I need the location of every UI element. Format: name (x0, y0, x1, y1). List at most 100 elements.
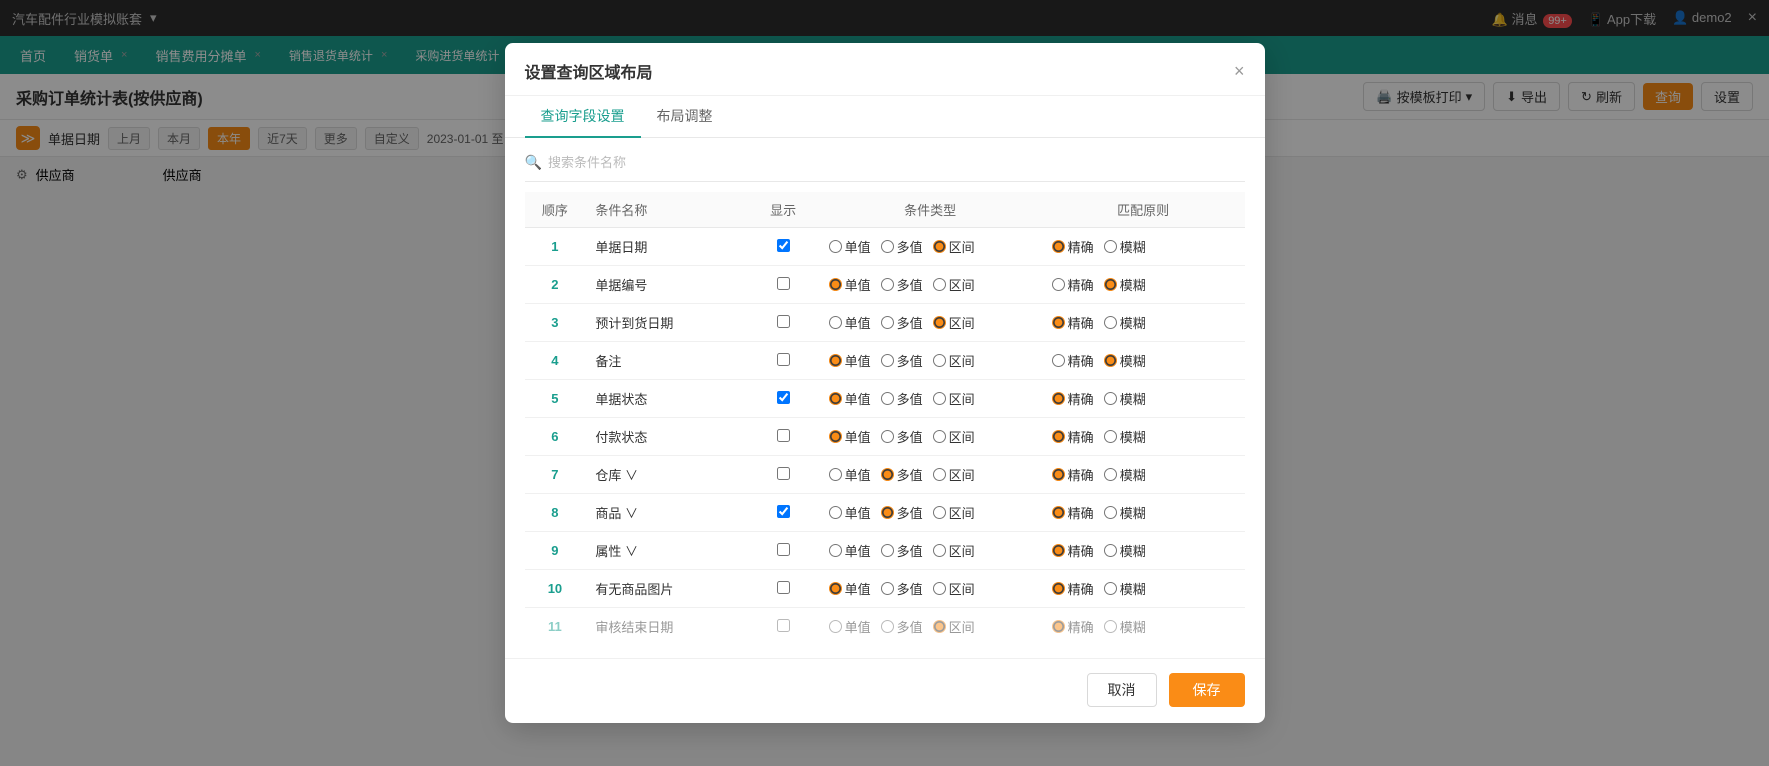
type-multi-radio[interactable]: 多值 (881, 237, 923, 256)
th-order: 顺序 (525, 192, 586, 228)
match-fuzzy-radio[interactable]: 模糊 (1104, 313, 1146, 332)
match-exact-radio[interactable]: 精确 (1052, 503, 1094, 522)
match-fuzzy-radio[interactable]: 模糊 (1104, 541, 1146, 560)
display-cell[interactable] (748, 608, 819, 643)
th-display: 显示 (748, 192, 819, 228)
seq-cell: 3 (525, 304, 586, 342)
display-cell[interactable] (748, 456, 819, 494)
match-fuzzy-radio[interactable]: 模糊 (1104, 237, 1146, 256)
type-range-radio[interactable]: 区间 (933, 351, 975, 370)
display-cell[interactable] (748, 228, 819, 266)
match-exact-radio[interactable]: 精确 (1052, 389, 1094, 408)
type-single-radio[interactable]: 单值 (829, 579, 871, 598)
type-range-radio[interactable]: 区间 (933, 275, 975, 294)
type-single-radio[interactable]: 单值 (829, 617, 871, 636)
type-multi-radio[interactable]: 多值 (881, 579, 923, 598)
type-cell: 单值 多值 区间 (819, 342, 1042, 380)
match-fuzzy-radio[interactable]: 模糊 (1104, 579, 1146, 598)
match-exact-radio[interactable]: 精确 (1052, 541, 1094, 560)
seq-cell: 8 (525, 494, 586, 532)
display-checkbox[interactable] (777, 467, 790, 480)
modal-close-button[interactable]: × (1234, 61, 1245, 82)
match-exact-radio[interactable]: 精确 (1052, 617, 1094, 636)
type-single-radio[interactable]: 单值 (829, 351, 871, 370)
type-single-radio[interactable]: 单值 (829, 275, 871, 294)
type-single-radio[interactable]: 单值 (829, 427, 871, 446)
type-range-radio[interactable]: 区间 (933, 465, 975, 484)
type-range-radio[interactable]: 区间 (933, 313, 975, 332)
display-checkbox[interactable] (777, 239, 790, 252)
type-range-radio[interactable]: 区间 (933, 389, 975, 408)
match-exact-radio[interactable]: 精确 (1052, 427, 1094, 446)
type-range-radio[interactable]: 区间 (933, 427, 975, 446)
table-row: 3 预计到货日期 单值 多值 区间 精确 模糊 (525, 304, 1245, 342)
display-cell[interactable] (748, 266, 819, 304)
table-row: 11 审核结束日期 单值 多值 区间 精确 模糊 (525, 608, 1245, 643)
display-checkbox[interactable] (777, 619, 790, 632)
type-range-radio[interactable]: 区间 (933, 617, 975, 636)
display-cell[interactable] (748, 418, 819, 456)
display-cell[interactable] (748, 570, 819, 608)
type-range-radio[interactable]: 区间 (933, 579, 975, 598)
th-type: 条件类型 (819, 192, 1042, 228)
match-fuzzy-radio[interactable]: 模糊 (1104, 617, 1146, 636)
match-exact-radio[interactable]: 精确 (1052, 579, 1094, 598)
match-exact-radio[interactable]: 精确 (1052, 465, 1094, 484)
cancel-button[interactable]: 取消 (1087, 673, 1157, 707)
display-cell[interactable] (748, 342, 819, 380)
table-row: 10 有无商品图片 单值 多值 区间 精确 模糊 (525, 570, 1245, 608)
type-multi-radio[interactable]: 多值 (881, 351, 923, 370)
display-cell[interactable] (748, 380, 819, 418)
display-checkbox[interactable] (777, 429, 790, 442)
display-cell[interactable] (748, 304, 819, 342)
type-multi-radio[interactable]: 多值 (881, 313, 923, 332)
display-cell[interactable] (748, 532, 819, 570)
match-fuzzy-radio[interactable]: 模糊 (1104, 275, 1146, 294)
match-exact-radio[interactable]: 精确 (1052, 237, 1094, 256)
type-multi-radio[interactable]: 多值 (881, 427, 923, 446)
type-multi-radio[interactable]: 多值 (881, 503, 923, 522)
type-multi-radio[interactable]: 多值 (881, 275, 923, 294)
th-match: 匹配原则 (1042, 192, 1245, 228)
type-range-radio[interactable]: 区间 (933, 541, 975, 560)
table-row: 9 属性 ∨ 单值 多值 区间 精确 模糊 (525, 532, 1245, 570)
display-cell[interactable] (748, 494, 819, 532)
display-checkbox[interactable] (777, 543, 790, 556)
match-cell: 精确 模糊 (1042, 380, 1245, 418)
type-single-radio[interactable]: 单值 (829, 541, 871, 560)
type-single-radio[interactable]: 单值 (829, 313, 871, 332)
search-input[interactable] (548, 155, 1245, 170)
type-multi-radio[interactable]: 多值 (881, 389, 923, 408)
display-checkbox[interactable] (777, 353, 790, 366)
display-checkbox[interactable] (777, 315, 790, 328)
name-cell: 单据日期 (585, 228, 747, 266)
match-fuzzy-radio[interactable]: 模糊 (1104, 389, 1146, 408)
type-range-radio[interactable]: 区间 (933, 237, 975, 256)
type-single-radio[interactable]: 单值 (829, 237, 871, 256)
match-fuzzy-radio[interactable]: 模糊 (1104, 465, 1146, 484)
match-exact-radio[interactable]: 精确 (1052, 275, 1094, 294)
match-exact-radio[interactable]: 精确 (1052, 313, 1094, 332)
modal-tab-query[interactable]: 查询字段设置 (525, 96, 641, 138)
save-button[interactable]: 保存 (1169, 673, 1245, 707)
type-range-radio[interactable]: 区间 (933, 503, 975, 522)
match-exact-radio[interactable]: 精确 (1052, 351, 1094, 370)
modal-tab-layout[interactable]: 布局调整 (641, 96, 729, 138)
table-row: 1 单据日期 单值 多值 区间 精确 模糊 (525, 228, 1245, 266)
type-multi-radio[interactable]: 多值 (881, 617, 923, 636)
search-icon: 🔍 (525, 154, 542, 171)
match-fuzzy-radio[interactable]: 模糊 (1104, 351, 1146, 370)
display-checkbox[interactable] (777, 505, 790, 518)
display-checkbox[interactable] (777, 581, 790, 594)
match-fuzzy-radio[interactable]: 模糊 (1104, 427, 1146, 446)
modal-tabs: 查询字段设置 布局调整 (505, 96, 1265, 138)
type-single-radio[interactable]: 单值 (829, 465, 871, 484)
display-checkbox[interactable] (777, 391, 790, 404)
type-single-radio[interactable]: 单值 (829, 503, 871, 522)
type-multi-radio[interactable]: 多值 (881, 541, 923, 560)
type-multi-radio[interactable]: 多值 (881, 465, 923, 484)
display-checkbox[interactable] (777, 277, 790, 290)
match-fuzzy-radio[interactable]: 模糊 (1104, 503, 1146, 522)
type-single-radio[interactable]: 单值 (829, 389, 871, 408)
name-cell: 付款状态 (585, 418, 747, 456)
